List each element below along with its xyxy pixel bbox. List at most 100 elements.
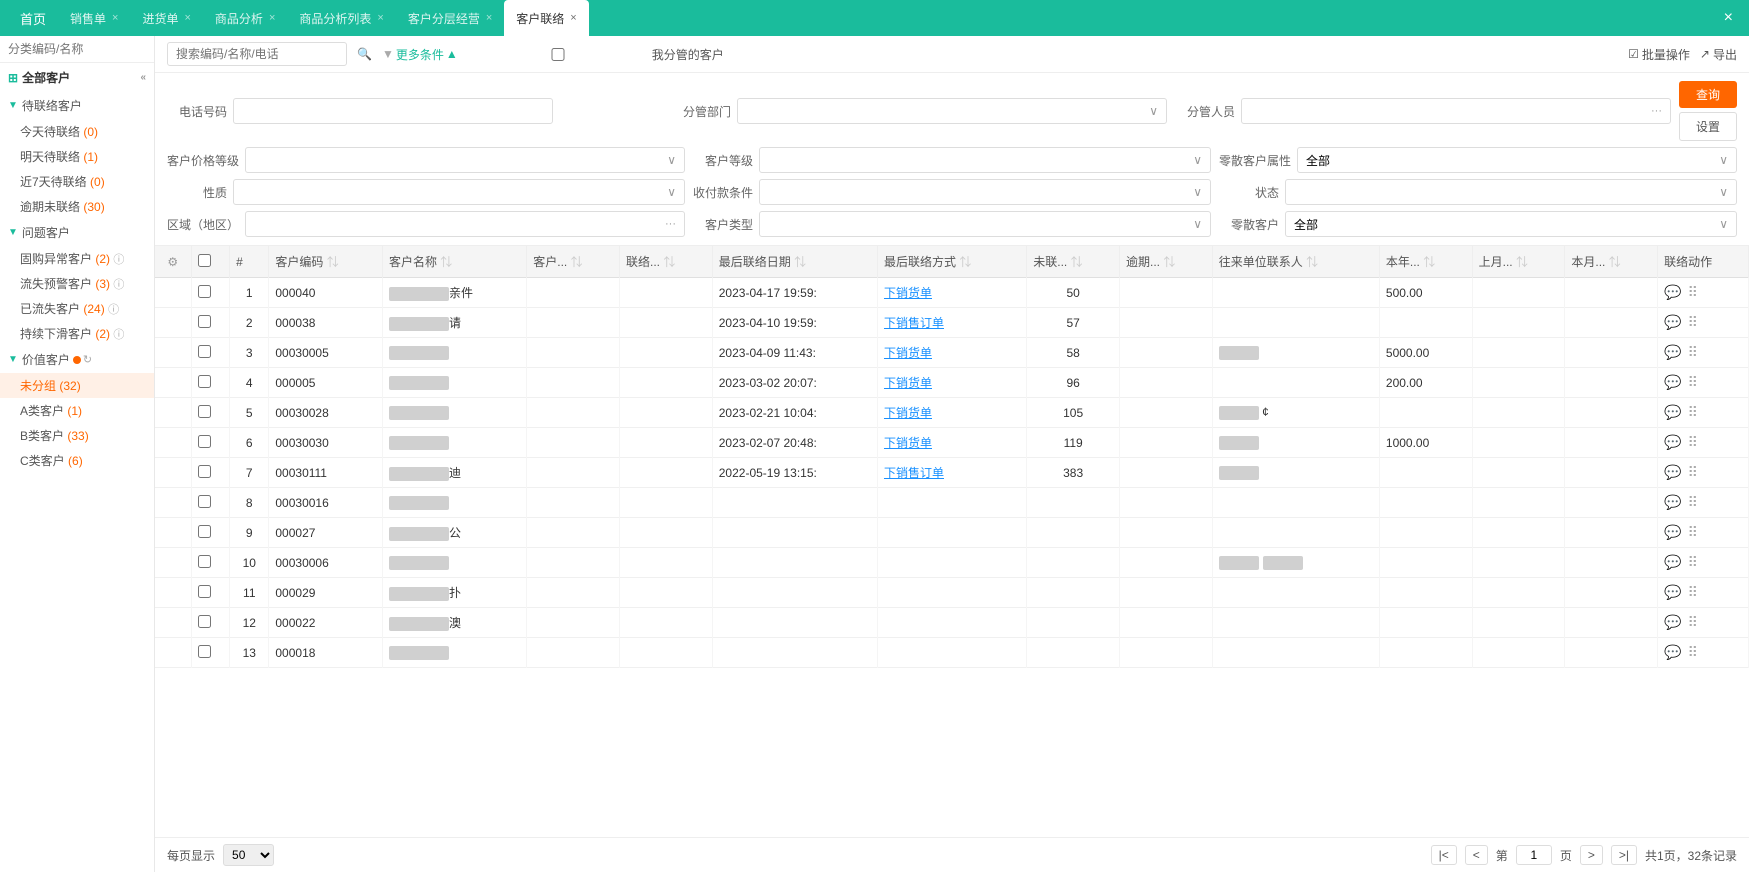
filter-search-icon[interactable]: 🔍 [357,47,372,61]
contact-icon[interactable]: 💬 [1664,644,1681,661]
tab-sales[interactable]: 销售单 × [58,0,130,36]
sparse-attr-select[interactable]: 全部 ∨ [1297,147,1737,173]
dept-select[interactable]: ∨ [737,98,1167,124]
more-icon[interactable]: ⠿ [1688,554,1698,571]
row-last-method[interactable] [877,638,1026,668]
sidebar-item-overdue[interactable]: 逾期未联络 (30) [0,194,154,219]
search-input[interactable] [167,42,347,66]
contact-person-col-header[interactable]: 往来单位联系人 ⇅ [1212,246,1379,278]
sparse-customer-select[interactable]: 全部 ∨ [1285,211,1737,237]
nature-select[interactable]: ∨ [233,179,685,205]
more-icon[interactable]: ⠿ [1688,314,1698,331]
phone-input[interactable] [233,98,553,124]
row-checkbox[interactable] [198,525,211,538]
contact-icon[interactable]: 💬 [1664,344,1681,361]
tab-customer-contact[interactable]: 客户联络 × [504,0,588,36]
close-purchase-tab[interactable]: × [184,12,190,24]
contact-icon[interactable]: 💬 [1664,614,1681,631]
more-icon[interactable]: ⠿ [1688,494,1698,511]
this-month-col-header[interactable]: 本月... ⇅ [1565,246,1658,278]
contact-icon[interactable]: 💬 [1664,434,1681,451]
row-checkbox[interactable] [198,645,211,658]
row-last-method[interactable]: 下销货单 [877,338,1026,368]
more-icon[interactable]: ⠿ [1688,344,1698,361]
manager-select[interactable]: ··· [1241,98,1671,124]
sidebar-item-a-class[interactable]: A类客户 (1) [0,398,154,423]
close-product-analysis-tab[interactable]: × [269,12,275,24]
sidebar-collapse-icon[interactable]: « [140,72,146,83]
overdue-col-header[interactable]: 逾期... ⇅ [1120,246,1213,278]
settings-col-header[interactable]: ⚙ [155,246,191,278]
not-contacted-col-header[interactable]: 未联... ⇅ [1027,246,1120,278]
close-customer-segment-tab[interactable]: × [486,12,492,24]
tab-home[interactable]: 首页 [8,0,58,36]
batch-ops-btn[interactable]: ☑ 批量操作 [1628,46,1690,63]
tab-purchase[interactable]: 进货单 × [130,0,202,36]
last-date-col-header[interactable]: 最后联络日期 ⇅ [712,246,877,278]
status-select[interactable]: ∨ [1285,179,1737,205]
region-select[interactable]: ··· [245,211,685,237]
row-checkbox[interactable] [198,285,211,298]
contact-icon[interactable]: 💬 [1664,284,1681,301]
close-sales-tab[interactable]: × [112,12,118,24]
more-icon[interactable]: ⠿ [1688,614,1698,631]
problem-customers-group[interactable]: ▼ 问题客户 [0,219,154,246]
sidebar-item-near7[interactable]: 近7天待联络 (0) [0,169,154,194]
more-icon[interactable]: ⠿ [1688,404,1698,421]
sidebar-item-abnormal[interactable]: 固购异常客户 (2) ⓘ [0,246,154,271]
sidebar-item-tomorrow[interactable]: 明天待联络 (1) [0,144,154,169]
more-conditions-btn[interactable]: ▼ 更多条件 ▲ [382,46,458,63]
next-page-btn[interactable]: > [1580,845,1603,865]
row-checkbox[interactable] [198,435,211,448]
row-checkbox[interactable] [198,345,211,358]
prev-page-btn[interactable]: < [1465,845,1488,865]
sidebar-item-churn-risk[interactable]: 流失预警客户 (3) ⓘ [0,271,154,296]
window-close-btn[interactable]: × [1716,9,1741,27]
export-btn[interactable]: ↗ 导出 [1700,46,1737,63]
sidebar-item-unclassified[interactable]: 未分组 (32) [0,373,154,398]
row-last-method[interactable]: 下销货单 [877,278,1026,308]
sidebar-search-input[interactable] [8,42,155,56]
sidebar-item-today[interactable]: 今天待联络 (0) [0,119,154,144]
my-customers-checkbox[interactable] [468,48,648,61]
row-checkbox[interactable] [198,315,211,328]
reset-btn[interactable]: 设置 [1679,112,1737,141]
customer-grade-select[interactable]: ∨ [759,147,1211,173]
price-grade-select[interactable]: ∨ [245,147,685,173]
per-page-select[interactable]: 50 100 [223,844,274,866]
code-col-header[interactable]: 客户编码 ⇅ [269,246,383,278]
value-customers-group[interactable]: ▼ 价值客户 ↻ [0,346,154,373]
row-checkbox[interactable] [198,405,211,418]
row-last-method[interactable] [877,518,1026,548]
query-btn[interactable]: 查询 [1679,81,1737,108]
row-last-method[interactable] [877,578,1026,608]
more-icon[interactable]: ⠿ [1688,644,1698,661]
this-year-col-header[interactable]: 本年... ⇅ [1379,246,1472,278]
more-icon[interactable]: ⠿ [1688,434,1698,451]
row-checkbox[interactable] [198,585,211,598]
more-icon[interactable]: ⠿ [1688,524,1698,541]
pending-contact-group[interactable]: ▼ 待联络客户 [0,92,154,119]
tab-product-analysis[interactable]: 商品分析 × [203,0,287,36]
contact-icon[interactable]: 💬 [1664,464,1681,481]
last-method-col-header[interactable]: 最后联络方式 ⇅ [877,246,1026,278]
table-settings-icon[interactable]: ⚙ [167,255,178,269]
more-icon[interactable]: ⠿ [1688,584,1698,601]
row-last-method[interactable]: 下销货单 [877,368,1026,398]
more-icon[interactable]: ⠿ [1688,284,1698,301]
sidebar-item-declining[interactable]: 持续下滑客户 (2) ⓘ [0,321,154,346]
close-product-analysis-list-tab[interactable]: × [377,12,383,24]
more-icon[interactable]: ⠿ [1688,374,1698,391]
my-customers-checkbox-label[interactable]: 我分管的客户 [468,46,724,63]
checkbox-col-header[interactable] [191,246,230,278]
row-last-method[interactable] [877,548,1026,578]
row-checkbox[interactable] [198,555,211,568]
page-input[interactable] [1516,845,1552,865]
last-month-col-header[interactable]: 上月... ⇅ [1472,246,1565,278]
contact-icon[interactable]: 💬 [1664,524,1681,541]
more-icon[interactable]: ⠿ [1688,464,1698,481]
contact-icon[interactable]: 💬 [1664,494,1681,511]
all-customers-header[interactable]: ⊞ 全部客户 « [0,63,154,92]
row-checkbox[interactable] [198,375,211,388]
row-last-method[interactable]: 下销售订单 [877,308,1026,338]
